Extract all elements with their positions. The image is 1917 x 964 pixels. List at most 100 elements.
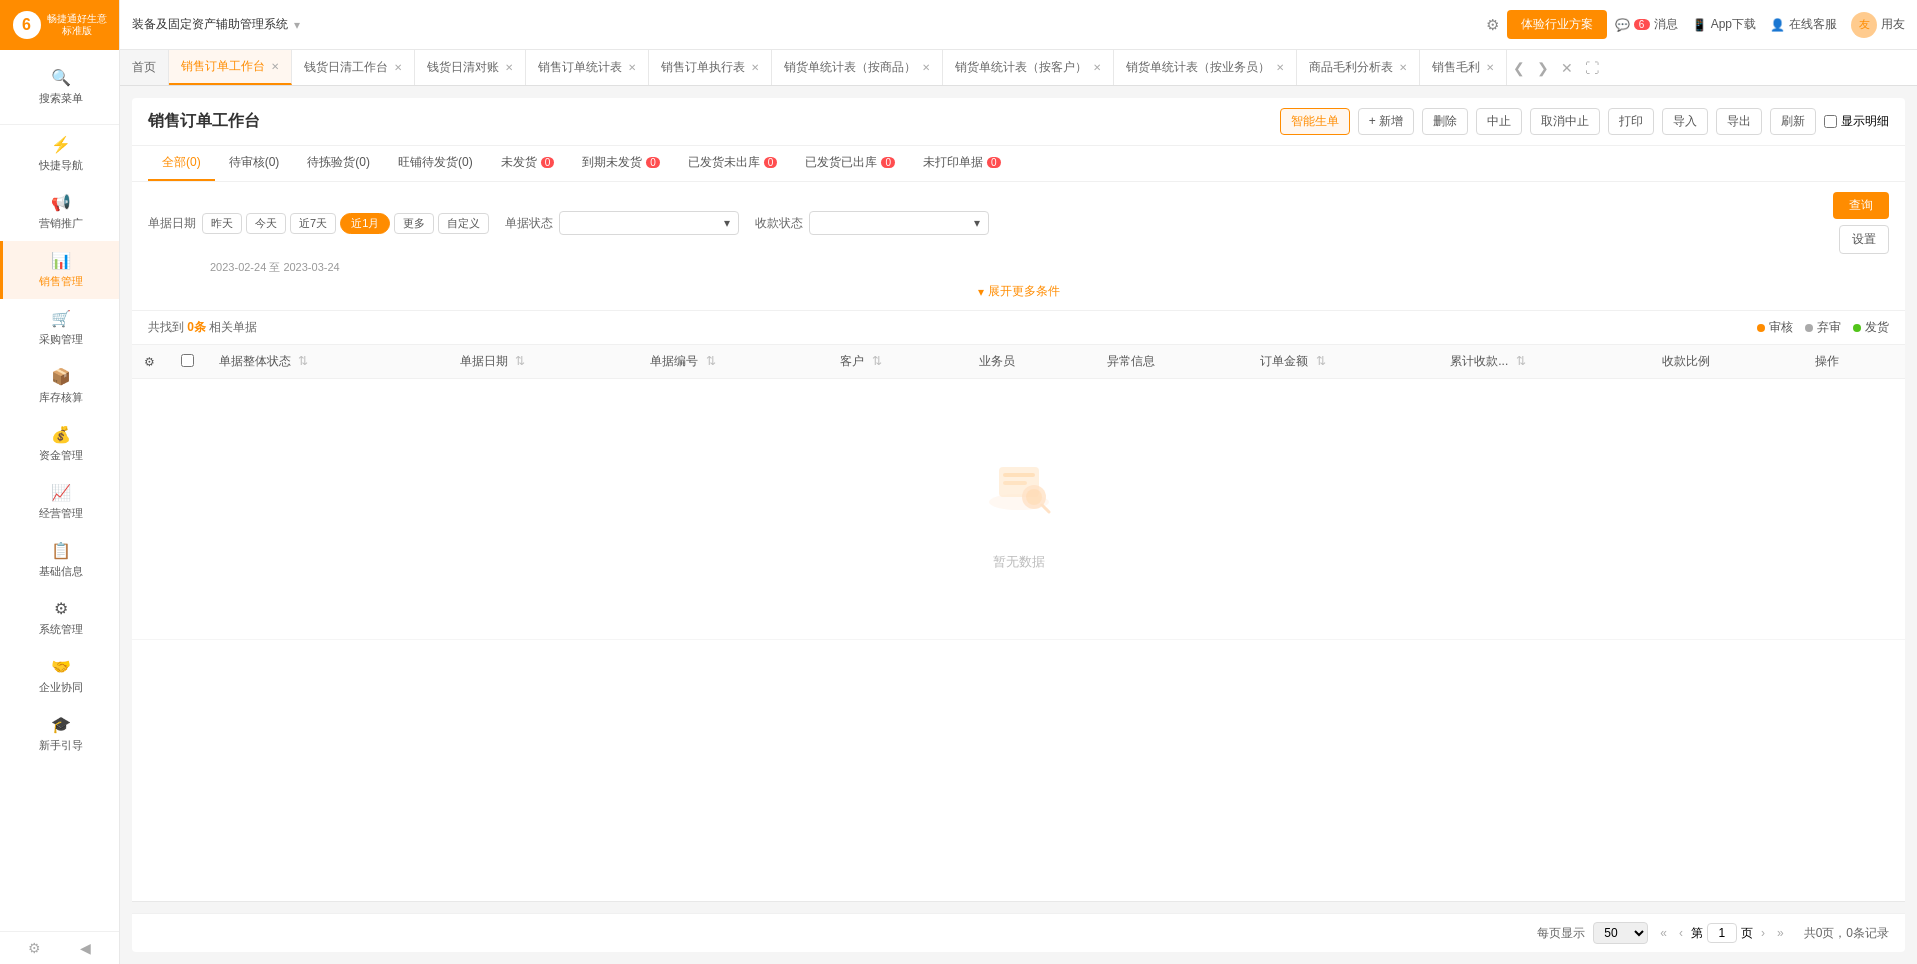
sub-tab-shipped-not-out[interactable]: 已发货未出库 0 [674, 146, 792, 181]
show-detail-checkbox[interactable] [1824, 115, 1837, 128]
sidebar-item-inventory[interactable]: 📦 库存核算 [0, 357, 119, 415]
sort-number-icon[interactable]: ⇅ [706, 354, 716, 368]
th-action-label: 操作 [1815, 354, 1839, 368]
industry-button[interactable]: 体验行业方案 [1507, 10, 1607, 39]
expand-button[interactable]: ▾ 展开更多条件 [978, 283, 1060, 300]
tab-maximize-btn[interactable]: ⛶ [1579, 60, 1605, 76]
page-input[interactable] [1707, 923, 1737, 943]
tab-order-stats[interactable]: 销售订单统计表 ✕ [526, 50, 649, 85]
tab-sales-by-customer-close[interactable]: ✕ [1093, 62, 1101, 73]
sub-tab-wangpu[interactable]: 旺铺待发货(0) [384, 146, 487, 181]
tab-margin-analysis[interactable]: 商品毛利分析表 ✕ [1297, 50, 1420, 85]
refresh-button[interactable]: 刷新 [1770, 108, 1816, 135]
sidebar-item-quicknav[interactable]: ⚡ 快捷导航 [0, 125, 119, 183]
th-ratio-label: 收款比例 [1662, 354, 1710, 368]
page-first-btn[interactable]: « [1656, 924, 1671, 942]
horizontal-scrollbar[interactable] [132, 901, 1905, 913]
tab-sales-by-customer[interactable]: 销货单统计表（按客户） ✕ [943, 50, 1114, 85]
sort-amount-icon[interactable]: ⇅ [1316, 354, 1326, 368]
print-button[interactable]: 打印 [1608, 108, 1654, 135]
page-next-btn[interactable]: › [1757, 924, 1769, 942]
tab-home[interactable]: 首页 [120, 50, 169, 85]
date-btn-yesterday[interactable]: 昨天 [202, 213, 242, 234]
logo-icon: 6 [13, 11, 41, 39]
page-prev-btn[interactable]: ‹ [1675, 924, 1687, 942]
tab-sales-order[interactable]: 销售订单工作台 ✕ [169, 50, 292, 85]
show-detail-label[interactable]: 显示明细 [1824, 113, 1889, 130]
sub-tabs: 全部(0) 待审核(0) 待拣验货(0) 旺铺待发货(0) 未发货 0 到期未发… [132, 146, 1905, 182]
sidebar-item-operation[interactable]: 📈 经营管理 [0, 473, 119, 531]
tab-next-btn[interactable]: ❯ [1531, 60, 1555, 76]
sidebar-item-purchase[interactable]: 🛒 采购管理 [0, 299, 119, 357]
tab-cash-daily-close[interactable]: ✕ [394, 62, 402, 73]
tab-close-all-btn[interactable]: ✕ [1555, 60, 1579, 76]
sort-received-icon[interactable]: ⇅ [1516, 354, 1526, 368]
tab-order-exec[interactable]: 销售订单执行表 ✕ [649, 50, 772, 85]
status-select[interactable]: ▾ [559, 211, 739, 235]
tab-sales-by-staff-close[interactable]: ✕ [1276, 62, 1284, 73]
approve-action[interactable]: 审核 [1757, 319, 1793, 336]
collapse-icon[interactable]: ◀ [80, 940, 91, 956]
stop-button[interactable]: 中止 [1476, 108, 1522, 135]
tab-sales-by-product-close[interactable]: ✕ [922, 62, 930, 73]
user-item[interactable]: 友 用友 [1851, 12, 1905, 38]
sidebar-item-guide[interactable]: 🎓 新手引导 [0, 705, 119, 763]
tab-reconcile-close[interactable]: ✕ [505, 62, 513, 73]
tab-order-exec-close[interactable]: ✕ [751, 62, 759, 73]
tab-sales-by-product[interactable]: 销货单统计表（按商品） ✕ [772, 50, 943, 85]
tab-reconcile[interactable]: 钱货日清对账 ✕ [415, 50, 526, 85]
delete-button[interactable]: 删除 [1422, 108, 1468, 135]
message-item[interactable]: 💬 6 消息 [1615, 16, 1678, 33]
date-btn-custom[interactable]: 自定义 [438, 213, 489, 234]
sidebar-item-finance[interactable]: 💰 资金管理 [0, 415, 119, 473]
sort-status-icon[interactable]: ⇅ [298, 354, 308, 368]
date-btn-1month[interactable]: 近1月 [340, 213, 390, 234]
payment-select[interactable]: ▾ [809, 211, 989, 235]
sidebar-item-basic[interactable]: 📋 基础信息 [0, 531, 119, 589]
sort-customer-icon[interactable]: ⇅ [872, 354, 882, 368]
sidebar-item-marketing[interactable]: 📢 营销推广 [0, 183, 119, 241]
tab-margin-analysis-close[interactable]: ✕ [1399, 62, 1407, 73]
sub-tab-pending-review[interactable]: 待审核(0) [215, 146, 294, 181]
smart-generate-button[interactable]: 智能生单 [1280, 108, 1350, 135]
date-btn-more[interactable]: 更多 [394, 213, 434, 234]
sub-tab-all[interactable]: 全部(0) [148, 146, 215, 181]
dropdown-arrow-icon[interactable]: ▾ [294, 18, 300, 32]
online-service-item[interactable]: 👤 在线客服 [1770, 16, 1837, 33]
tab-cash-daily[interactable]: 钱货日清工作台 ✕ [292, 50, 415, 85]
sidebar-item-sales[interactable]: 📊 销售管理 [0, 241, 119, 299]
sub-tab-unprinted[interactable]: 未打印单据 0 [909, 146, 1015, 181]
sub-tab-unshipped[interactable]: 未发货 0 [487, 146, 569, 181]
date-btn-7days[interactable]: 近7天 [290, 213, 336, 234]
tab-prev-btn[interactable]: ❮ [1507, 60, 1531, 76]
tab-order-stats-close[interactable]: ✕ [628, 62, 636, 73]
tab-sales-margin-close[interactable]: ✕ [1486, 62, 1494, 73]
tab-sales-order-close[interactable]: ✕ [271, 61, 279, 72]
export-button[interactable]: 导出 [1716, 108, 1762, 135]
sidebar-item-system[interactable]: ⚙ 系统管理 [0, 589, 119, 647]
sub-tab-shipped-out[interactable]: 已发货已出库 0 [791, 146, 909, 181]
query-button[interactable]: 查询 [1833, 192, 1889, 219]
date-btn-today[interactable]: 今天 [246, 213, 286, 234]
per-page-select[interactable]: 50 100 [1593, 922, 1648, 944]
th-checkbox[interactable] [167, 345, 207, 379]
settings-bottom-icon[interactable]: ⚙ [28, 940, 41, 956]
tab-sales-by-staff[interactable]: 销货单统计表（按业务员） ✕ [1114, 50, 1297, 85]
cancel-action[interactable]: 弃审 [1805, 319, 1841, 336]
select-all-checkbox[interactable] [181, 354, 194, 367]
sort-date-icon[interactable]: ⇅ [515, 354, 525, 368]
page-last-btn[interactable]: » [1773, 924, 1788, 942]
app-download-item[interactable]: 📱 App下载 [1692, 16, 1756, 33]
filter-setting-button[interactable]: 设置 [1839, 225, 1889, 254]
ship-action[interactable]: 发货 [1853, 319, 1889, 336]
gear-icon[interactable]: ⚙ [1486, 16, 1499, 34]
add-button[interactable]: + 新增 [1358, 108, 1414, 135]
sub-tab-overdue[interactable]: 到期未发货 0 [568, 146, 674, 181]
cancel-stop-button[interactable]: 取消中止 [1530, 108, 1600, 135]
sidebar-item-search[interactable]: 🔍 搜索菜单 [6, 58, 113, 116]
sub-tab-pending-check[interactable]: 待拣验货(0) [293, 146, 384, 181]
th-settings[interactable]: ⚙ [132, 345, 167, 379]
sidebar-item-enterprise[interactable]: 🤝 企业协同 [0, 647, 119, 705]
import-button[interactable]: 导入 [1662, 108, 1708, 135]
tab-sales-margin[interactable]: 销售毛利 ✕ [1420, 50, 1507, 85]
